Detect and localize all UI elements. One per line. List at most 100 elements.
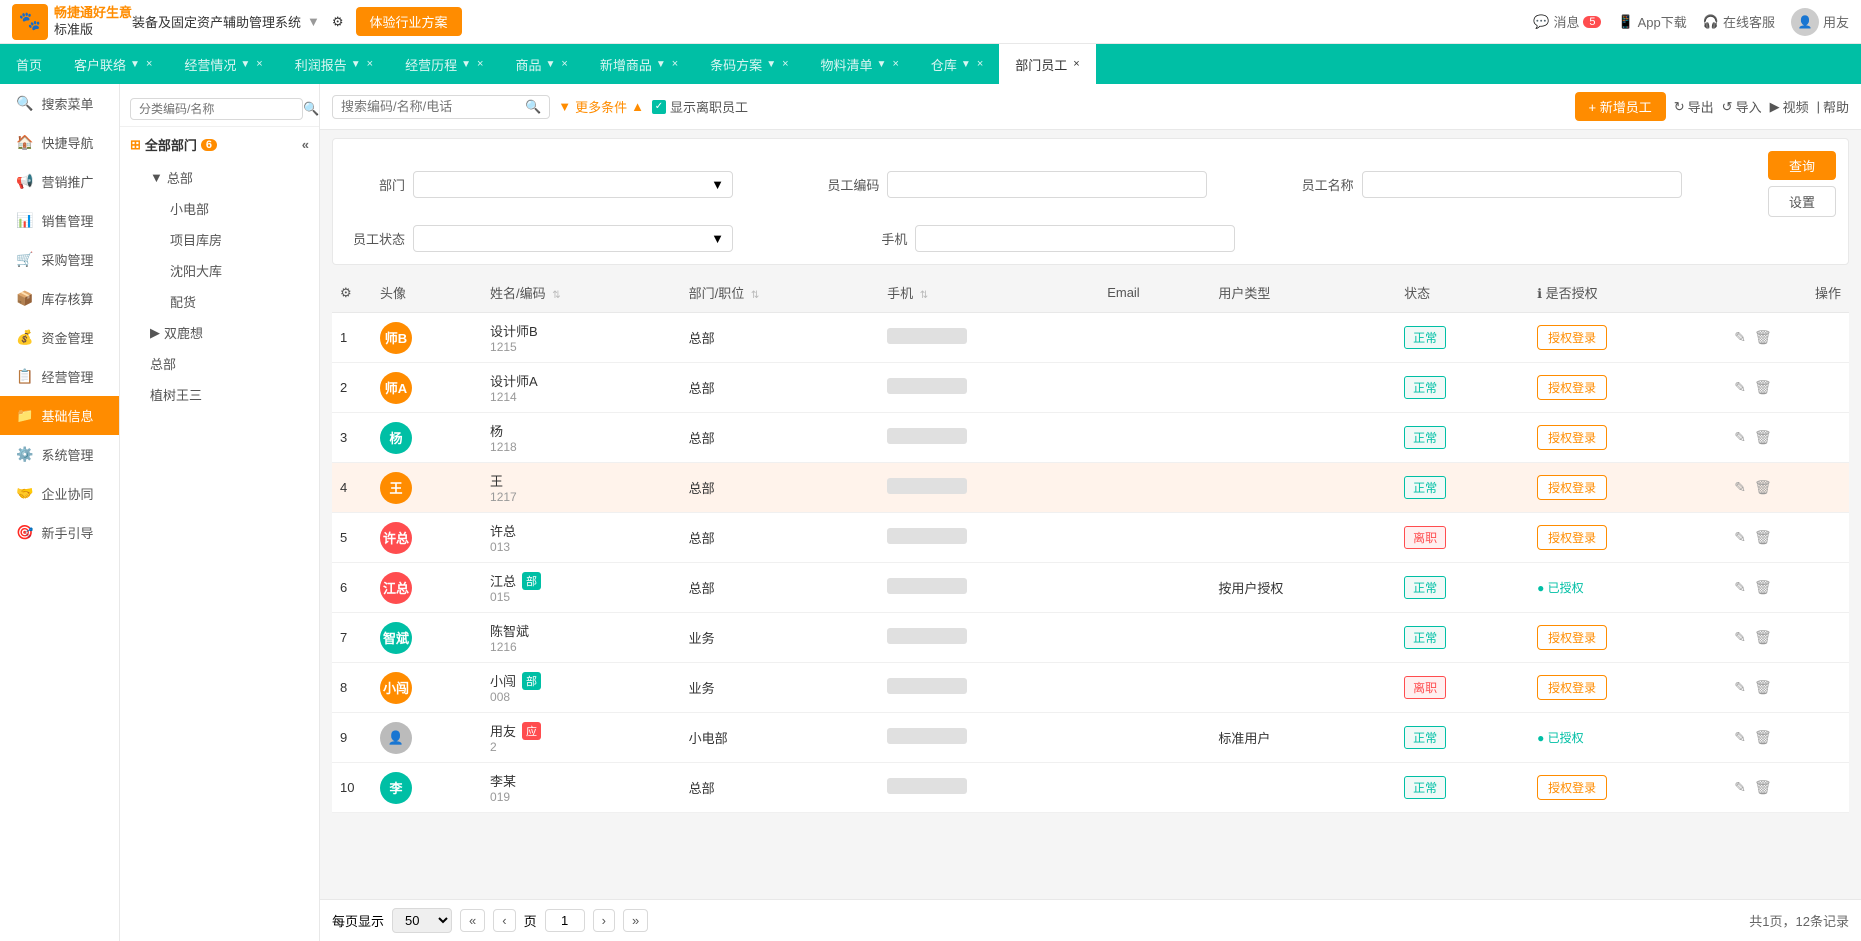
nav-tab-物料清单[interactable]: 物料清单▼× <box>805 44 915 84</box>
dept-node-zongbu2[interactable]: 总部 <box>130 348 319 379</box>
sidebar-item-新手引导[interactable]: 🎯新手引导 <box>0 513 119 552</box>
nav-tab-客户联络[interactable]: 客户联络▼× <box>58 44 168 84</box>
filter-status-select[interactable]: ▼ <box>413 225 733 252</box>
edit-icon[interactable]: ✎ <box>1734 529 1746 546</box>
sidebar-item-基础信息[interactable]: 📁基础信息 <box>0 396 119 435</box>
system-dropdown-icon[interactable]: ▼ <box>307 14 320 29</box>
sidebar-item-搜索菜单[interactable]: 🔍搜索菜单 <box>0 84 119 123</box>
sidebar-item-企业协同[interactable]: 🤝企业协同 <box>0 474 119 513</box>
dept-node-xiangmukufang[interactable]: 项目库房 <box>150 224 319 255</box>
user-area[interactable]: 👤 用友 <box>1791 8 1849 36</box>
sidebar-item-销售管理[interactable]: 📊销售管理 <box>0 201 119 240</box>
online-service-button[interactable]: 🎧 在线客服 <box>1703 12 1775 31</box>
delete-icon[interactable]: 🗑 <box>1754 429 1772 446</box>
sidebar-item-快捷导航[interactable]: 🏠快捷导航 <box>0 123 119 162</box>
nav-tab-经营历程[interactable]: 经营历程▼× <box>389 44 499 84</box>
first-page-button[interactable]: « <box>460 909 485 932</box>
filter-empname-input[interactable] <box>1362 171 1682 198</box>
all-dept-header[interactable]: ⊞ 全部部门 6 « <box>120 127 319 162</box>
edit-icon[interactable]: ✎ <box>1734 779 1746 796</box>
dept-node-xiaodian[interactable]: 小电部 <box>150 193 319 224</box>
delete-icon[interactable]: 🗑 <box>1754 629 1772 646</box>
filter-phone-input[interactable] <box>915 225 1235 252</box>
sidebar-item-营销推广[interactable]: 📢营销推广 <box>0 162 119 201</box>
nav-tab-经营情况[interactable]: 经营情况▼× <box>168 44 278 84</box>
nav-tab-仓库[interactable]: 仓库▼× <box>915 44 999 84</box>
edit-icon[interactable]: ✎ <box>1734 579 1746 596</box>
help-button[interactable]: | 帮助 <box>1817 97 1849 116</box>
filter-empcode-input[interactable] <box>887 171 1207 198</box>
search-input[interactable] <box>341 99 521 114</box>
dept-node-peihuo[interactable]: 配货 <box>150 286 319 317</box>
more-filter-button[interactable]: ▼ 更多条件 ▲ <box>558 97 644 116</box>
delete-icon[interactable]: 🗑 <box>1754 679 1772 696</box>
delete-icon[interactable]: 🗑 <box>1754 779 1772 796</box>
import-button[interactable]: ↺ 导入 <box>1722 97 1762 116</box>
tab-close-icon[interactable]: × <box>977 58 983 70</box>
show-resigned-toggle[interactable]: ✓ 显示离职员工 <box>652 97 748 116</box>
tab-close-icon[interactable]: × <box>782 58 788 70</box>
nav-tab-利润报告[interactable]: 利润报告▼× <box>279 44 389 84</box>
sidebar-item-系统管理[interactable]: ⚙️系统管理 <box>0 435 119 474</box>
auth-button[interactable]: 授权登录 <box>1537 475 1607 500</box>
auth-button[interactable]: 授权登录 <box>1537 625 1607 650</box>
tab-close-icon[interactable]: × <box>672 58 678 70</box>
tab-close-icon[interactable]: × <box>1073 58 1079 70</box>
col-settings[interactable]: ⚙ <box>332 273 372 313</box>
nav-tab-商品[interactable]: 商品▼× <box>499 44 583 84</box>
auth-button[interactable]: 授权登录 <box>1537 525 1607 550</box>
dept-node-shenyangdaku[interactable]: 沈阳大库 <box>150 255 319 286</box>
edit-icon[interactable]: ✎ <box>1734 429 1746 446</box>
delete-icon[interactable]: 🗑 <box>1754 329 1772 346</box>
query-button[interactable]: 查询 <box>1768 151 1836 180</box>
reset-button[interactable]: 设置 <box>1768 186 1836 217</box>
dept-node-zongbu[interactable]: ▼ 总部 <box>130 162 319 193</box>
delete-icon[interactable]: 🗑 <box>1754 579 1772 596</box>
message-button[interactable]: 💬 消息 5 <box>1533 12 1601 31</box>
edit-icon[interactable]: ✎ <box>1734 679 1746 696</box>
nav-tab-条码方案[interactable]: 条码方案▼× <box>694 44 804 84</box>
auth-button[interactable]: 授权登录 <box>1537 325 1607 350</box>
nav-tab-部门员工[interactable]: 部门员工× <box>999 44 1095 84</box>
delete-icon[interactable]: 🗑 <box>1754 379 1772 396</box>
gear-icon[interactable]: ⚙ <box>332 14 344 30</box>
sidebar-item-采购管理[interactable]: 🛒采购管理 <box>0 240 119 279</box>
page-size-select[interactable]: 50 20 100 <box>392 908 452 933</box>
tab-close-icon[interactable]: × <box>892 58 898 70</box>
sidebar-item-经营管理[interactable]: 📋经营管理 <box>0 357 119 396</box>
sidebar-item-库存核算[interactable]: 📦库存核算 <box>0 279 119 318</box>
app-download-button[interactable]: 📱 App下载 <box>1617 12 1686 31</box>
view-button[interactable]: ▶ 视频 <box>1770 97 1809 116</box>
prev-page-button[interactable]: ‹ <box>493 909 515 932</box>
tab-close-icon[interactable]: × <box>146 58 152 70</box>
delete-icon[interactable]: 🗑 <box>1754 729 1772 746</box>
delete-icon[interactable]: 🗑 <box>1754 479 1772 496</box>
edit-icon[interactable]: ✎ <box>1734 479 1746 496</box>
auth-button[interactable]: 授权登录 <box>1537 675 1607 700</box>
edit-icon[interactable]: ✎ <box>1734 729 1746 746</box>
tab-close-icon[interactable]: × <box>477 58 483 70</box>
nav-tab-首页[interactable]: 首页 <box>0 44 58 84</box>
delete-icon[interactable]: 🗑 <box>1754 529 1772 546</box>
dept-search-input[interactable] <box>130 98 303 120</box>
tab-close-icon[interactable]: × <box>256 58 262 70</box>
sidebar-item-资金管理[interactable]: 💰资金管理 <box>0 318 119 357</box>
auth-button[interactable]: 授权登录 <box>1537 775 1607 800</box>
next-page-button[interactable]: › <box>593 909 615 932</box>
dept-node-zhishu[interactable]: 植树王三 <box>130 379 319 410</box>
page-number-input[interactable] <box>545 909 585 932</box>
last-page-button[interactable]: » <box>623 909 648 932</box>
tab-close-icon[interactable]: × <box>561 58 567 70</box>
edit-icon[interactable]: ✎ <box>1734 379 1746 396</box>
dept-node-shuanglu[interactable]: ▶ 双鹿想 <box>130 317 319 348</box>
collapse-tree-icon[interactable]: « <box>302 137 309 152</box>
tab-close-icon[interactable]: × <box>367 58 373 70</box>
auth-button[interactable]: 授权登录 <box>1537 375 1607 400</box>
edit-icon[interactable]: ✎ <box>1734 629 1746 646</box>
experience-button[interactable]: 体验行业方案 <box>356 7 462 36</box>
export-button[interactable]: ↻ 导出 <box>1674 97 1714 116</box>
nav-tab-新增商品[interactable]: 新增商品▼× <box>584 44 694 84</box>
add-employee-button[interactable]: + 新增员工 <box>1575 92 1666 121</box>
auth-button[interactable]: 授权登录 <box>1537 425 1607 450</box>
filter-dept-select[interactable]: ▼ <box>413 171 733 198</box>
